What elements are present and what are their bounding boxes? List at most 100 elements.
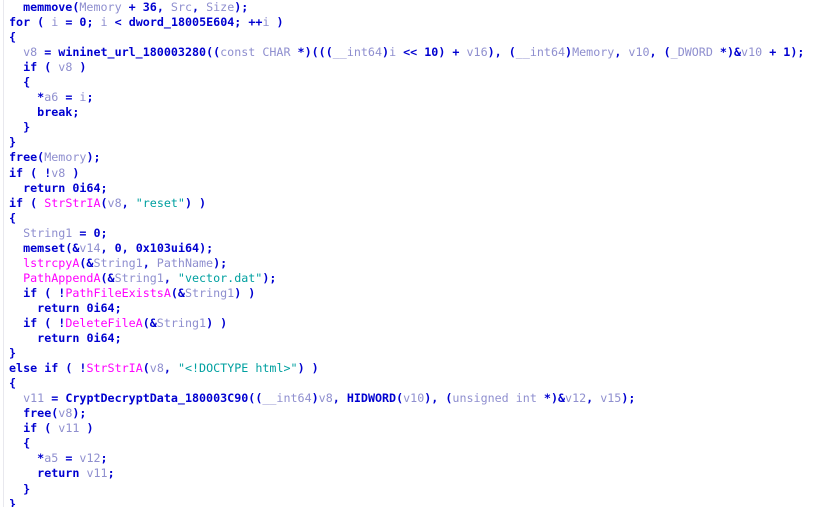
code-token-punct: , (586, 391, 601, 406)
code-token-api: lstrcpyA (23, 255, 80, 270)
code-token-str: "vector.dat" (177, 270, 263, 285)
code-token-var: v8 (149, 361, 164, 376)
code-token-str: "reset" (135, 195, 185, 210)
code-line[interactable]: { (0, 436, 814, 451)
code-token-var: v10 (741, 45, 763, 60)
code-token-num: 0i64 (86, 300, 115, 315)
code-token-punct: ; ++ (234, 15, 263, 30)
code-line[interactable]: } (0, 135, 814, 150)
code-token-punct: (& (65, 240, 80, 255)
code-line[interactable]: return 0i64; (0, 181, 814, 196)
code-line[interactable]: } (0, 120, 814, 135)
code-listing[interactable]: memmove(Memory + 36, Src, Size); for ( i … (0, 0, 814, 507)
code-line[interactable]: v8 = wininet_url_180003280((const CHAR *… (0, 45, 814, 60)
code-line[interactable]: *a6 = i; (0, 90, 814, 105)
code-line[interactable]: { (0, 376, 814, 391)
code-line[interactable]: } (0, 346, 814, 361)
pseudocode-view[interactable]: memmove(Memory + 36, Src, Size); for ( i … (0, 0, 814, 507)
code-token-var: v8 (58, 406, 73, 421)
code-line[interactable]: if ( v8 ) (0, 60, 814, 75)
code-line[interactable]: for ( i = 0; i < dword_18005E604; ++i ) (0, 15, 814, 30)
code-token-var: v16 (466, 45, 488, 60)
code-token-var: String1 (93, 255, 143, 270)
code-token-var: Memory (572, 45, 615, 60)
code-token-kw: if (23, 421, 38, 436)
code-token-punct: ); (199, 240, 214, 255)
code-line[interactable]: lstrcpyA(&String1, PathName); (0, 256, 814, 271)
code-token-punct: , (163, 270, 178, 285)
code-token-api: StrStrIA (44, 195, 101, 210)
code-token-brace: } (9, 496, 17, 507)
code-token-kw: break (37, 105, 73, 120)
code-line[interactable]: PathAppendA(&String1, "vector.dat"); (0, 271, 814, 286)
code-token-var: v12 (79, 451, 101, 466)
code-token-brace: { (23, 75, 31, 90)
code-token-punct: ) ) (234, 285, 256, 300)
code-token-kw: return (37, 466, 80, 481)
code-token-brace: { (23, 436, 31, 451)
code-line[interactable]: return v11; (0, 466, 814, 481)
code-token-punct: ) (269, 15, 284, 30)
code-line[interactable]: memmove(Memory + 36, Src, Size); (0, 0, 814, 15)
code-token-var: v11 (86, 466, 108, 481)
code-line[interactable]: } (0, 497, 814, 507)
code-token-punct: ) (382, 45, 390, 60)
code-line[interactable]: memset(&v14, 0, 0x103ui64); (0, 241, 814, 256)
code-line[interactable]: break; (0, 105, 814, 120)
code-line[interactable]: String1 = 0; (0, 226, 814, 241)
code-token-var: PathName (156, 255, 214, 270)
code-line[interactable]: { (0, 30, 814, 45)
code-token-punct: ) ) (184, 195, 207, 210)
code-token-punct: *)& (712, 45, 742, 60)
code-line[interactable]: free(Memory); (0, 150, 814, 165)
code-token-punct: < (107, 15, 129, 30)
code-token-brace: } (23, 120, 31, 135)
code-token-var: Size (206, 0, 235, 14)
code-line[interactable]: if ( StrStrIA(v8, "reset") ) (0, 196, 814, 211)
code-line[interactable]: } (0, 482, 814, 497)
code-token-kw: if (23, 60, 38, 75)
code-token-fn: wininet_url_180003280 (58, 45, 207, 60)
code-token-type: __int64 (332, 45, 383, 60)
code-line[interactable]: if ( !PathFileExistsA(&String1) ) (0, 286, 814, 301)
code-token-punct: ); (621, 391, 636, 406)
code-line[interactable]: { (0, 211, 814, 226)
code-token-var: Memory (79, 0, 122, 14)
code-token-punct: ) ) (297, 361, 319, 376)
code-token-brace: } (23, 481, 31, 496)
code-line[interactable]: { (0, 75, 814, 90)
code-token-punct: ); (213, 255, 228, 270)
code-token-api: StrStrIA (86, 361, 143, 376)
code-token-type: _DWORD (670, 45, 713, 60)
code-token-type: const CHAR (220, 45, 291, 60)
code-token-var: String1 (114, 270, 164, 285)
code-token-num: 0 (114, 240, 122, 255)
code-line[interactable]: if ( !DeleteFileA(&String1) ) (0, 316, 814, 331)
code-line[interactable]: else if ( !StrStrIA(v8, "<!DOCTYPE html>… (0, 361, 814, 376)
code-token-punct: = (37, 45, 59, 60)
code-line[interactable]: free(v8); (0, 406, 814, 421)
code-token-var: v10 (403, 391, 425, 406)
code-line[interactable]: if ( v11 ) (0, 421, 814, 436)
code-line[interactable]: return 0i64; (0, 301, 814, 316)
code-token-punct: ; (100, 180, 108, 195)
code-token-var: v8 (23, 45, 38, 60)
code-line[interactable]: return 0i64; (0, 331, 814, 346)
code-line[interactable]: *a5 = v12; (0, 451, 814, 466)
code-token-num: 0i64 (86, 331, 115, 346)
code-line[interactable]: if ( !v8 ) (0, 166, 814, 181)
code-line[interactable]: v11 = CryptDecryptData_180003C90((__int6… (0, 391, 814, 406)
code-token-punct: = (58, 90, 80, 105)
